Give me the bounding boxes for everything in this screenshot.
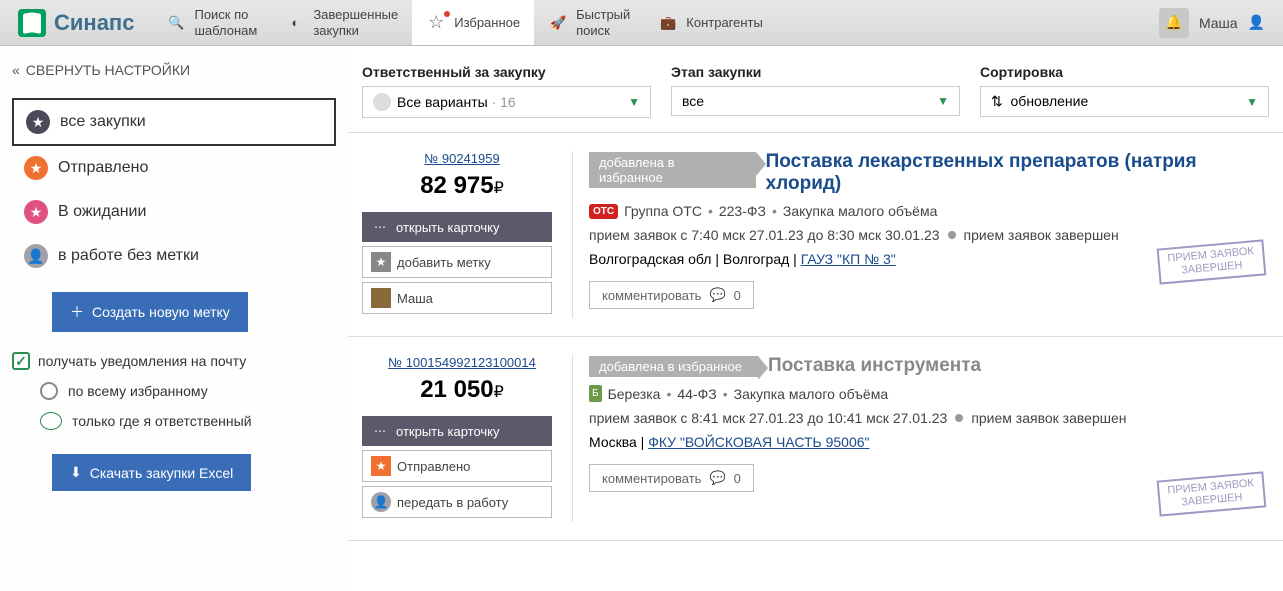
org-link[interactable]: ФКУ "ВОЙСКОВАЯ ЧАСТЬ 95006" <box>648 434 869 450</box>
sort-icon: ⇅ <box>991 93 1003 109</box>
price: 21 050₽ <box>362 376 562 404</box>
comment-button[interactable]: комментировать 💬 0 <box>589 281 754 309</box>
dots-icon: ⋯ <box>370 217 390 237</box>
filter-sent[interactable]: ★ Отправлено <box>12 146 336 190</box>
responsible-label: Ответственный за закупку <box>362 64 651 80</box>
nav-templates[interactable]: 🔍 Поиск по шаблонам <box>152 0 271 45</box>
chevron-down-icon: ▼ <box>937 94 949 108</box>
purchase-card: № 100154992123100014 21 050₽ ⋯ открыть к… <box>348 337 1283 541</box>
user-icon: 👤 <box>24 244 48 268</box>
download-excel-button[interactable]: ⬇ Скачать закупки Excel <box>52 454 251 491</box>
star-icon: ★ <box>24 200 48 224</box>
stage-select[interactable]: все ▼ <box>671 86 960 116</box>
card-title[interactable]: Поставка лекарственных препаратов (натри… <box>766 151 1269 195</box>
nav-counterparties[interactable]: 💼 Контрагенты <box>644 0 777 45</box>
card-meta: ОТС Группа ОТС• 223-ФЗ• Закупка малого о… <box>589 203 1269 219</box>
filter-pending[interactable]: ★ В ожидании <box>12 190 336 234</box>
org-link[interactable]: ГАУЗ "КП № 3" <box>801 251 896 267</box>
chevron-down-icon: ▼ <box>628 95 640 109</box>
avatar-icon <box>371 288 391 308</box>
sort-label: Сортировка <box>980 64 1269 80</box>
purchase-number[interactable]: № 90241959 <box>362 151 562 166</box>
purchase-number[interactable]: № 100154992123100014 <box>362 355 562 370</box>
chat-icon: 💬 <box>709 470 725 486</box>
schedule: прием заявок с 7:40 мск 27.01.23 до 8:30… <box>589 227 1269 243</box>
bell-icon: 🔔 <box>1165 14 1182 31</box>
user-icon: 👤 <box>371 492 391 512</box>
check-icon: ◐ <box>285 13 305 33</box>
schedule: прием заявок с 8:41 мск 27.01.23 до 10:4… <box>589 410 1269 426</box>
sort-select[interactable]: ⇅ обновление ▼ <box>980 86 1269 117</box>
sent-label-chip[interactable]: ★ Отправлено <box>362 450 552 482</box>
card-title[interactable]: Поставка инструмента <box>768 355 981 377</box>
search-icon: 🔍 <box>166 13 186 33</box>
filter-all[interactable]: ★ все закупки <box>12 98 336 146</box>
star-icon: ★ <box>371 456 391 476</box>
logo[interactable]: Синапс <box>0 9 152 37</box>
dots-icon: ⋯ <box>370 421 390 441</box>
header: Синапс 🔍 Поиск по шаблонам ◐ Завершенные… <box>0 0 1283 46</box>
create-label-button[interactable]: ＋ Создать новую метку <box>52 292 248 332</box>
chat-icon: 💬 <box>709 287 725 303</box>
stage-label: Этап закупки <box>671 64 960 80</box>
comment-button[interactable]: комментировать 💬 0 <box>589 464 754 492</box>
main-nav: 🔍 Поиск по шаблонам ◐ Завершенные закупк… <box>152 0 776 45</box>
nav-favorites[interactable]: ☆ Избранное <box>412 0 534 45</box>
notify-checkbox[interactable]: ✓ получать уведомления на почту <box>12 352 336 370</box>
bullet-icon <box>955 414 963 422</box>
open-card-button[interactable]: ⋯ открыть карточку <box>362 416 552 446</box>
assignee-chip[interactable]: Маша <box>362 282 552 314</box>
star-icon: ★ <box>26 110 50 134</box>
assign-button[interactable]: 👤 передать в работу <box>362 486 552 518</box>
download-icon: ⬇ <box>70 464 82 481</box>
main: Ответственный за закупку Все варианты · … <box>348 46 1283 591</box>
radio-icon <box>40 412 62 430</box>
sidebar: « СВЕРНУТЬ НАСТРОЙКИ ★ все закупки ★ Отп… <box>0 46 348 591</box>
checkbox-icon: ✓ <box>12 352 30 370</box>
price: 82 975₽ <box>362 172 562 200</box>
filter-unlabeled[interactable]: 👤 в работе без метки <box>12 234 336 278</box>
star-icon: ★ <box>371 252 391 272</box>
responsible-select[interactable]: Все варианты · 16 ▼ <box>362 86 651 118</box>
bullet-icon <box>948 231 956 239</box>
open-card-button[interactable]: ⋯ открыть карточку <box>362 212 552 242</box>
platform-badge: ОТС <box>589 204 618 219</box>
brand-name: Синапс <box>54 10 134 36</box>
favorite-tag: добавлена в избранное <box>589 356 758 377</box>
briefcase-icon: 💼 <box>658 13 678 33</box>
chevron-down-icon: ▼ <box>1246 95 1258 109</box>
add-label-button[interactable]: ★ добавить метку <box>362 246 552 278</box>
radio-icon <box>40 382 58 400</box>
user-name[interactable]: Маша <box>1199 15 1238 31</box>
plus-icon: ＋ <box>70 302 84 322</box>
avatar-icon[interactable]: 👤 <box>1248 14 1265 31</box>
star-icon: ★ <box>24 156 48 180</box>
radio-only-me[interactable]: только где я ответственный <box>40 412 336 430</box>
chevron-left-icon: « <box>12 62 20 78</box>
star-icon: ☆ <box>426 13 446 33</box>
nav-completed[interactable]: ◐ Завершенные закупки <box>271 0 412 45</box>
card-meta: Б Березка• 44-ФЗ• Закупка малого объёма <box>589 385 1269 402</box>
favorite-tag: добавлена в избранное <box>589 152 756 188</box>
nav-quick[interactable]: 🚀 Быстрый поиск <box>534 0 644 45</box>
collapse-settings[interactable]: « СВЕРНУТЬ НАСТРОЙКИ <box>12 62 336 78</box>
user-area: 🔔 Маша 👤 <box>1141 8 1283 38</box>
notifications-button[interactable]: 🔔 <box>1159 8 1189 38</box>
location: Москва | ФКУ "ВОЙСКОВАЯ ЧАСТЬ 95006" <box>589 434 1269 450</box>
avatar-icon <box>373 93 391 111</box>
rocket-icon: 🚀 <box>548 13 568 33</box>
filter-bar: Ответственный за закупку Все варианты · … <box>348 64 1283 133</box>
purchase-card: № 90241959 82 975₽ ⋯ открыть карточку ★ … <box>348 133 1283 337</box>
logo-icon <box>18 9 46 37</box>
radio-all-favorites[interactable]: по всему избранному <box>40 382 336 400</box>
platform-badge: Б <box>589 385 602 402</box>
